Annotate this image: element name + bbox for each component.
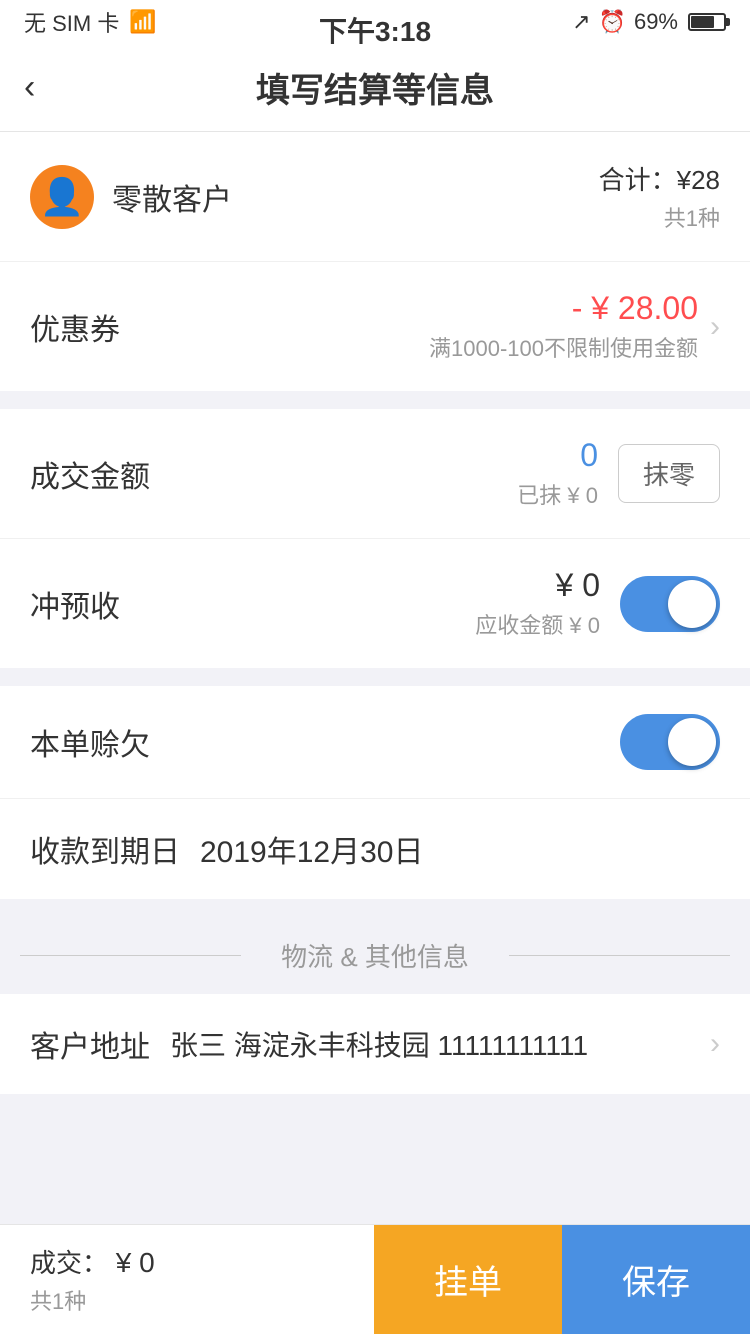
prepay-label: 冲预收 — [30, 582, 120, 626]
divider-1 — [0, 391, 750, 409]
coupon-discount: - ¥ 28.00 — [429, 290, 698, 327]
hold-button-label: 挂单 — [434, 1255, 502, 1304]
bottom-count: 共1种 — [30, 1284, 344, 1316]
bottom-info: 成交： ¥ 0 共1种 — [0, 1243, 374, 1316]
coupon-row[interactable]: 优惠券 - ¥ 28.00 满1000-100不限制使用金额 › — [0, 261, 750, 391]
save-button-label: 保存 — [622, 1255, 690, 1304]
coupon-sub: 满1000-100不限制使用金额 — [429, 331, 698, 363]
transaction-amount-row: 成交金额 0 已抹 ¥ 0 抹零 — [0, 409, 750, 539]
toggle-knob — [668, 580, 716, 628]
logistics-line-left — [20, 955, 241, 956]
hold-button[interactable]: 挂单 — [374, 1225, 562, 1334]
battery-percent: 69% — [634, 9, 678, 35]
avatar-icon: 👤 — [40, 179, 85, 215]
customer-section: 👤 零散客户 合计：¥28 共1种 优惠券 - ¥ 28.00 满1000-10… — [0, 132, 750, 391]
customer-name: 零散客户 — [112, 175, 232, 219]
amount-value[interactable]: 0 — [580, 437, 598, 473]
status-bar: 无 SIM 卡 📶 下午3:18 ↗ ⏰ 69% — [0, 0, 750, 44]
alarm-icon: ⏰ — [599, 9, 626, 35]
total-count: 共1种 — [599, 201, 720, 233]
round-button[interactable]: 抹零 — [618, 444, 720, 503]
debt-section: 本单赊欠 收款到期日 2019年12月30日 — [0, 686, 750, 899]
address-section: 客户地址 张三 海淀永丰科技园 11111111111 › — [0, 994, 750, 1094]
coupon-label: 优惠券 — [30, 305, 120, 349]
wifi-icon: 📶 — [129, 9, 156, 35]
debt-toggle[interactable] — [620, 714, 720, 770]
prepay-receivable: 应收金额 ¥ 0 — [475, 608, 600, 640]
location-icon: ↗ — [572, 9, 590, 35]
divider-3 — [0, 899, 750, 917]
avatar: 👤 — [30, 165, 94, 229]
coupon-detail: - ¥ 28.00 满1000-100不限制使用金额 — [429, 290, 698, 363]
prepay-toggle[interactable] — [620, 576, 720, 632]
bottom-spacer — [0, 1094, 750, 1214]
amount-sub: 已抹 ¥ 0 — [517, 478, 598, 510]
transaction-section: 成交金额 0 已抹 ¥ 0 抹零 冲预收 ¥ 0 应收金额 ¥ 0 — [0, 409, 750, 668]
amount-label: 成交金额 — [30, 452, 150, 496]
debt-row: 本单赊欠 — [0, 686, 750, 798]
bottom-deal-amount: ¥ 0 — [116, 1247, 155, 1278]
coupon-right: - ¥ 28.00 满1000-100不限制使用金额 › — [429, 290, 720, 363]
debt-toggle-knob — [668, 718, 716, 766]
save-button[interactable]: 保存 — [562, 1225, 750, 1334]
divider-2 — [0, 668, 750, 686]
address-label: 客户地址 — [30, 1022, 150, 1066]
prepay-amounts: ¥ 0 应收金额 ¥ 0 — [475, 567, 600, 640]
address-chevron-icon: › — [710, 1027, 720, 1061]
status-right: ↗ ⏰ 69% — [572, 9, 726, 35]
logistics-label: 物流 & 其他信息 — [281, 937, 469, 974]
prepay-amount: ¥ 0 — [475, 567, 600, 604]
address-row[interactable]: 客户地址 张三 海淀永丰科技园 11111111111 › — [0, 994, 750, 1094]
logistics-line-right — [509, 955, 730, 956]
due-date-label: 收款到期日 — [30, 827, 180, 871]
customer-right: 合计：¥28 共1种 — [599, 160, 720, 233]
nav-bar: ‹ 填写结算等信息 — [0, 44, 750, 132]
prepay-row: 冲预收 ¥ 0 应收金额 ¥ 0 — [0, 539, 750, 668]
due-date-row: 收款到期日 2019年12月30日 — [0, 798, 750, 899]
bottom-deal-line: 成交： ¥ 0 — [30, 1243, 344, 1280]
back-button[interactable]: ‹ — [24, 68, 35, 107]
prepay-right: ¥ 0 应收金额 ¥ 0 — [475, 567, 720, 640]
bottom-bar: 成交： ¥ 0 共1种 挂单 保存 — [0, 1224, 750, 1334]
customer-row: 👤 零散客户 合计：¥28 共1种 — [0, 132, 750, 261]
chevron-right-icon: › — [710, 310, 720, 344]
page-title: 填写结算等信息 — [256, 63, 494, 112]
customer-left: 👤 零散客户 — [30, 165, 232, 229]
address-value: 张三 海淀永丰科技园 11111111111 — [170, 1024, 710, 1064]
battery-icon — [688, 13, 726, 31]
amount-right: 0 已抹 ¥ 0 抹零 — [517, 437, 720, 510]
status-left: 无 SIM 卡 📶 — [24, 6, 157, 38]
total-label: 合计：¥28 — [599, 160, 720, 197]
carrier-text: 无 SIM 卡 — [24, 6, 119, 38]
logistics-section: 物流 & 其他信息 — [0, 917, 750, 994]
due-date-value: 2019年12月30日 — [200, 827, 423, 871]
debt-label: 本单赊欠 — [30, 720, 150, 764]
bottom-deal-label: 成交： — [30, 1248, 108, 1278]
